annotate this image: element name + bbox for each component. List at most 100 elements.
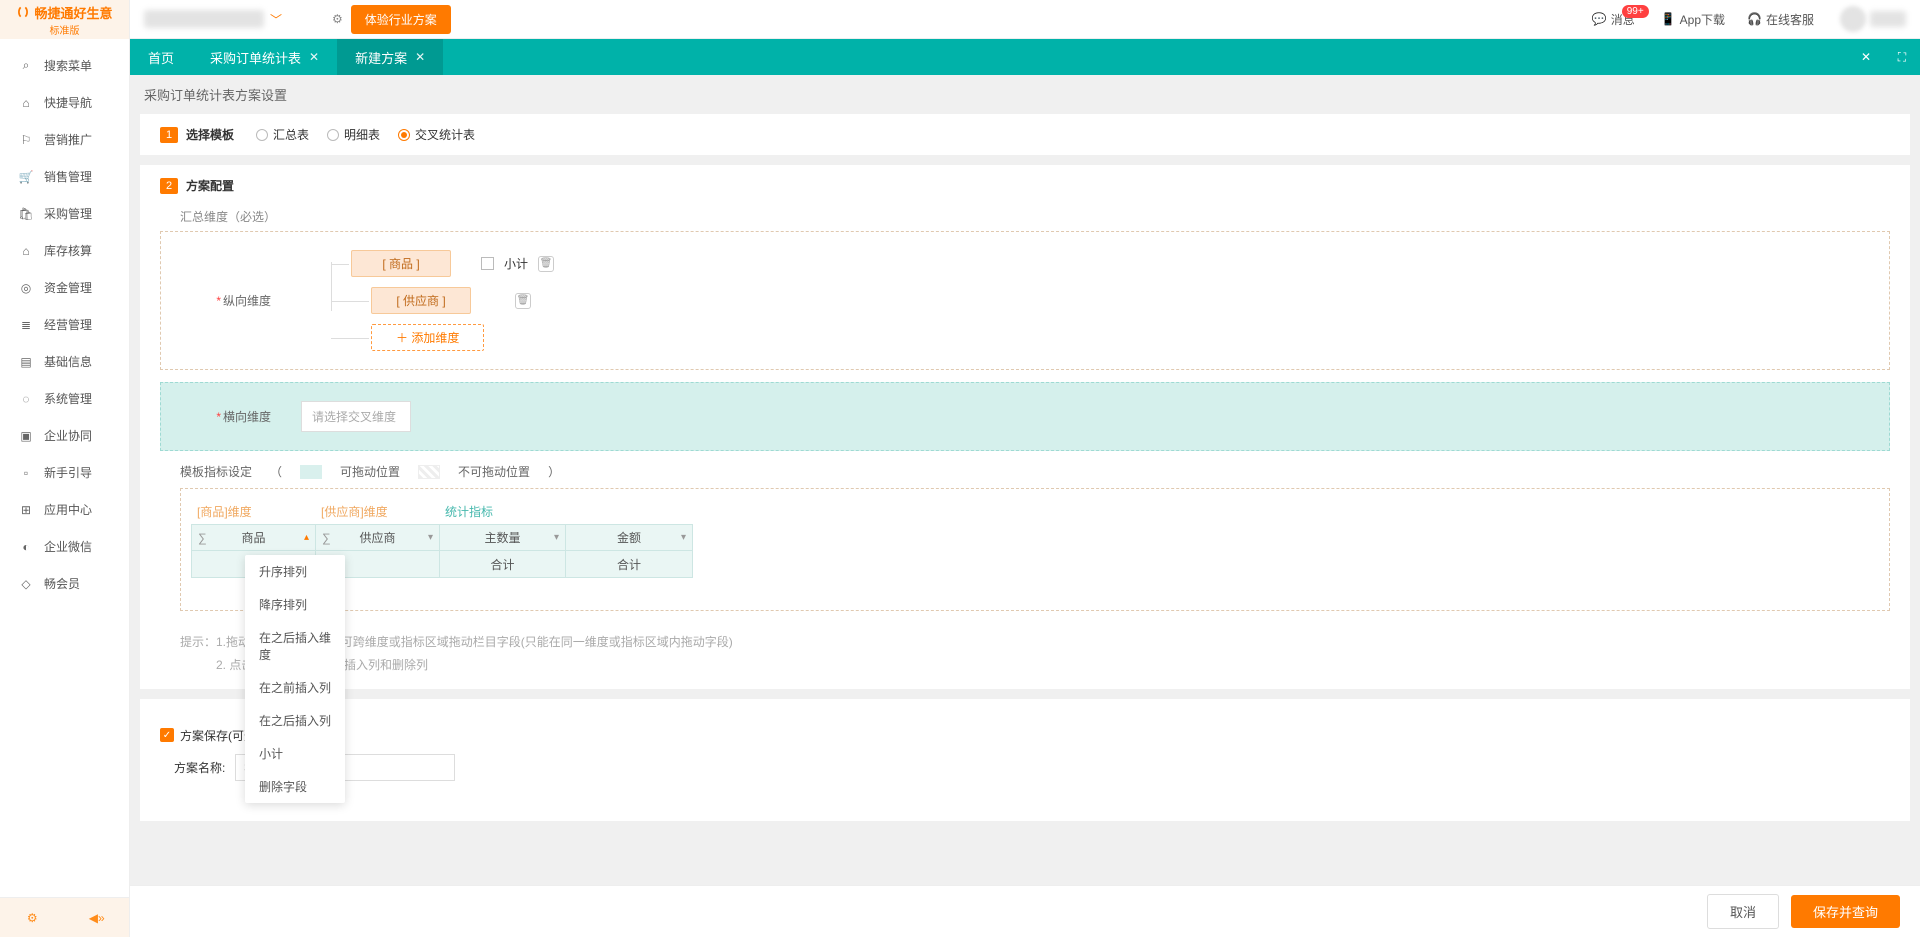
caret-up-icon: ▴ — [304, 532, 309, 543]
nav-finance[interactable]: ◎资金管理 — [0, 269, 129, 306]
chevron-down-icon: ﹀ — [270, 11, 282, 28]
close-icon[interactable]: ✕ — [309, 50, 319, 64]
warehouse-icon: ⌂ — [18, 243, 34, 259]
page-body: 采购订单统计表方案设置 1 选择模板 汇总表 明细表 交叉统计表 2 方案配 — [130, 75, 1920, 937]
app-download-button[interactable]: 📱App下载 — [1661, 11, 1725, 28]
sum-dim-title: 汇总维度（必选） — [180, 208, 1890, 225]
h-dim-label: *横向维度 — [191, 408, 271, 425]
step1-title: 选择模板 — [186, 126, 234, 143]
tag-supplier[interactable]: [ 供应商 ] — [371, 287, 471, 314]
close-icon[interactable]: ✕ — [415, 50, 425, 64]
close-all-button[interactable]: ✕ — [1848, 39, 1884, 75]
flag-icon: ▫ — [18, 465, 34, 481]
org-selector[interactable]: ﹀ — [144, 10, 324, 28]
grid-header-amount[interactable]: 金额▾ — [566, 525, 692, 551]
radio-detail[interactable]: 明细表 — [327, 126, 380, 143]
dd-insert-col-after[interactable]: 在之后插入列 — [245, 704, 345, 737]
nav-system[interactable]: ◌系统管理 — [0, 380, 129, 417]
tabstrip: 首页 采购订单统计表✕ 新建方案✕ ✕ ⛶ — [130, 39, 1920, 75]
nav-biz[interactable]: ≣经营管理 — [0, 306, 129, 343]
avatar — [1840, 6, 1866, 32]
cancel-button[interactable]: 取消 — [1707, 894, 1779, 929]
trial-button[interactable]: 体验行业方案 — [351, 5, 451, 34]
tab-new-scheme[interactable]: 新建方案✕ — [337, 39, 443, 75]
caret-down-icon: ▾ — [554, 532, 559, 543]
wechat-icon: ◐ — [18, 539, 34, 555]
search-icon: ⌕ — [18, 58, 34, 74]
grid-header-supplier[interactable]: ∑供应商▾ — [316, 525, 440, 551]
tab-home[interactable]: 首页 — [130, 39, 192, 75]
user-menu[interactable] — [1840, 6, 1906, 32]
nav-guide[interactable]: ▫新手引导 — [0, 454, 129, 491]
legend-drag-swatch — [300, 465, 322, 479]
dd-subtotal[interactable]: 小计 — [245, 737, 345, 770]
dd-insert-dim-after[interactable]: 在之后插入维度 — [245, 621, 345, 671]
nav: ⌕搜索菜单 ⌂快捷导航 ⚐营销推广 🛒销售管理 🛍采购管理 ⌂库存核算 ◎资金管… — [0, 39, 129, 897]
fullscreen-button[interactable]: ⛶ — [1884, 39, 1920, 75]
radio-summary[interactable]: 汇总表 — [256, 126, 309, 143]
settings-button[interactable]: ⚙ — [0, 898, 65, 937]
nav-collab[interactable]: ▣企业协同 — [0, 417, 129, 454]
column-dropdown: 升序排列 降序排列 在之后插入维度 在之前插入列 在之后插入列 小计 删除字段 — [245, 555, 345, 803]
save-checkbox[interactable]: ✓ — [160, 728, 174, 742]
phone-icon: 📱 — [1661, 12, 1676, 26]
nav-quick[interactable]: ⌂快捷导航 — [0, 84, 129, 121]
chat-icon: 💬 — [1592, 12, 1607, 26]
nav-base[interactable]: ▤基础信息 — [0, 343, 129, 380]
caret-down-icon: ▾ — [681, 532, 686, 543]
save-query-button[interactable]: 保存并查询 — [1791, 895, 1900, 928]
sidebar-footer: ⚙ ◀» — [0, 897, 129, 937]
username-blur — [1870, 11, 1906, 27]
support-button[interactable]: 🎧在线客服 — [1747, 11, 1814, 28]
org-settings-icon[interactable]: ⚙ — [332, 12, 343, 26]
horizontal-dim-box: *横向维度 请选择交叉维度 — [160, 382, 1890, 451]
nav-marketing[interactable]: ⚐营销推广 — [0, 121, 129, 158]
caret-down-icon: ▾ — [428, 532, 433, 543]
messages-button[interactable]: 💬消息 99+ — [1592, 11, 1635, 28]
subtotal-checkbox[interactable] — [481, 257, 494, 270]
sigma-icon: ∑ — [322, 531, 331, 545]
grid-cell-total-amount: 合计 — [566, 551, 692, 577]
nav-purchase[interactable]: 🛍采购管理 — [0, 195, 129, 232]
msg-badge: 99+ — [1622, 5, 1649, 18]
nav-wecom[interactable]: ◐企业微信 — [0, 528, 129, 565]
col-head-stat: 统计指标 — [439, 499, 499, 524]
subtotal-label: 小计 — [504, 255, 528, 272]
wallet-icon: ◎ — [18, 280, 34, 296]
nav-member[interactable]: ◇畅会员 — [0, 565, 129, 602]
delete-icon[interactable]: 🗑 — [515, 293, 531, 309]
collapse-button[interactable]: ◀» — [65, 898, 130, 937]
chart-icon: ≣ — [18, 317, 34, 333]
tag-product[interactable]: [ 商品 ] — [351, 250, 451, 277]
step-badge-1: 1 — [160, 127, 178, 143]
save-card: ✓ 方案保存(可选) 方案名称: — [140, 699, 1910, 821]
delete-icon[interactable]: 🗑 — [538, 256, 554, 272]
expand-icon: ⛶ — [1898, 50, 1906, 65]
nav-search[interactable]: ⌕搜索菜单 — [0, 47, 129, 84]
scheme-name-label: 方案名称: — [174, 759, 225, 776]
template-legend: 模板指标设定 （ 可拖动位置 不可拖动位置 ） — [180, 463, 1890, 480]
dd-sort-asc[interactable]: 升序排列 — [245, 555, 345, 588]
grid-header-product[interactable]: ∑商品▴ — [192, 525, 316, 551]
step2-title: 方案配置 — [186, 177, 234, 194]
radio-cross[interactable]: 交叉统计表 — [398, 126, 475, 143]
legend-nodrag-swatch — [418, 465, 440, 479]
dd-insert-col-before[interactable]: 在之前插入列 — [245, 671, 345, 704]
dd-delete-field[interactable]: 删除字段 — [245, 770, 345, 803]
headset-icon: 🎧 — [1747, 12, 1762, 26]
nav-sales[interactable]: 🛒销售管理 — [0, 158, 129, 195]
footer: 取消 保存并查询 — [130, 885, 1920, 937]
sigma-icon: ∑ — [198, 531, 207, 545]
grid-header-qty[interactable]: 主数量▾ — [440, 525, 566, 551]
grid-area: [商品]维度 [供应商]维度 统计指标 ∑商品▴ ∑供应商▾ 主数量▾ 金额▾ — [180, 488, 1890, 611]
cross-dim-select[interactable]: 请选择交叉维度 — [301, 401, 411, 432]
cart-icon: 🛒 — [18, 169, 34, 185]
tab-po-stats[interactable]: 采购订单统计表✕ — [192, 39, 337, 75]
nav-appcenter[interactable]: ⊞应用中心 — [0, 491, 129, 528]
gear-icon: ⚙ — [27, 911, 38, 925]
topbar: ﹀ ⚙ 体验行业方案 💬消息 99+ 📱App下载 🎧在线客服 — [130, 0, 1920, 39]
dd-sort-desc[interactable]: 降序排列 — [245, 588, 345, 621]
col-head-supplier: [供应商]维度 — [315, 499, 439, 524]
nav-inventory[interactable]: ⌂库存核算 — [0, 232, 129, 269]
add-dimension-button[interactable]: ＋ 添加维度 — [371, 324, 484, 351]
